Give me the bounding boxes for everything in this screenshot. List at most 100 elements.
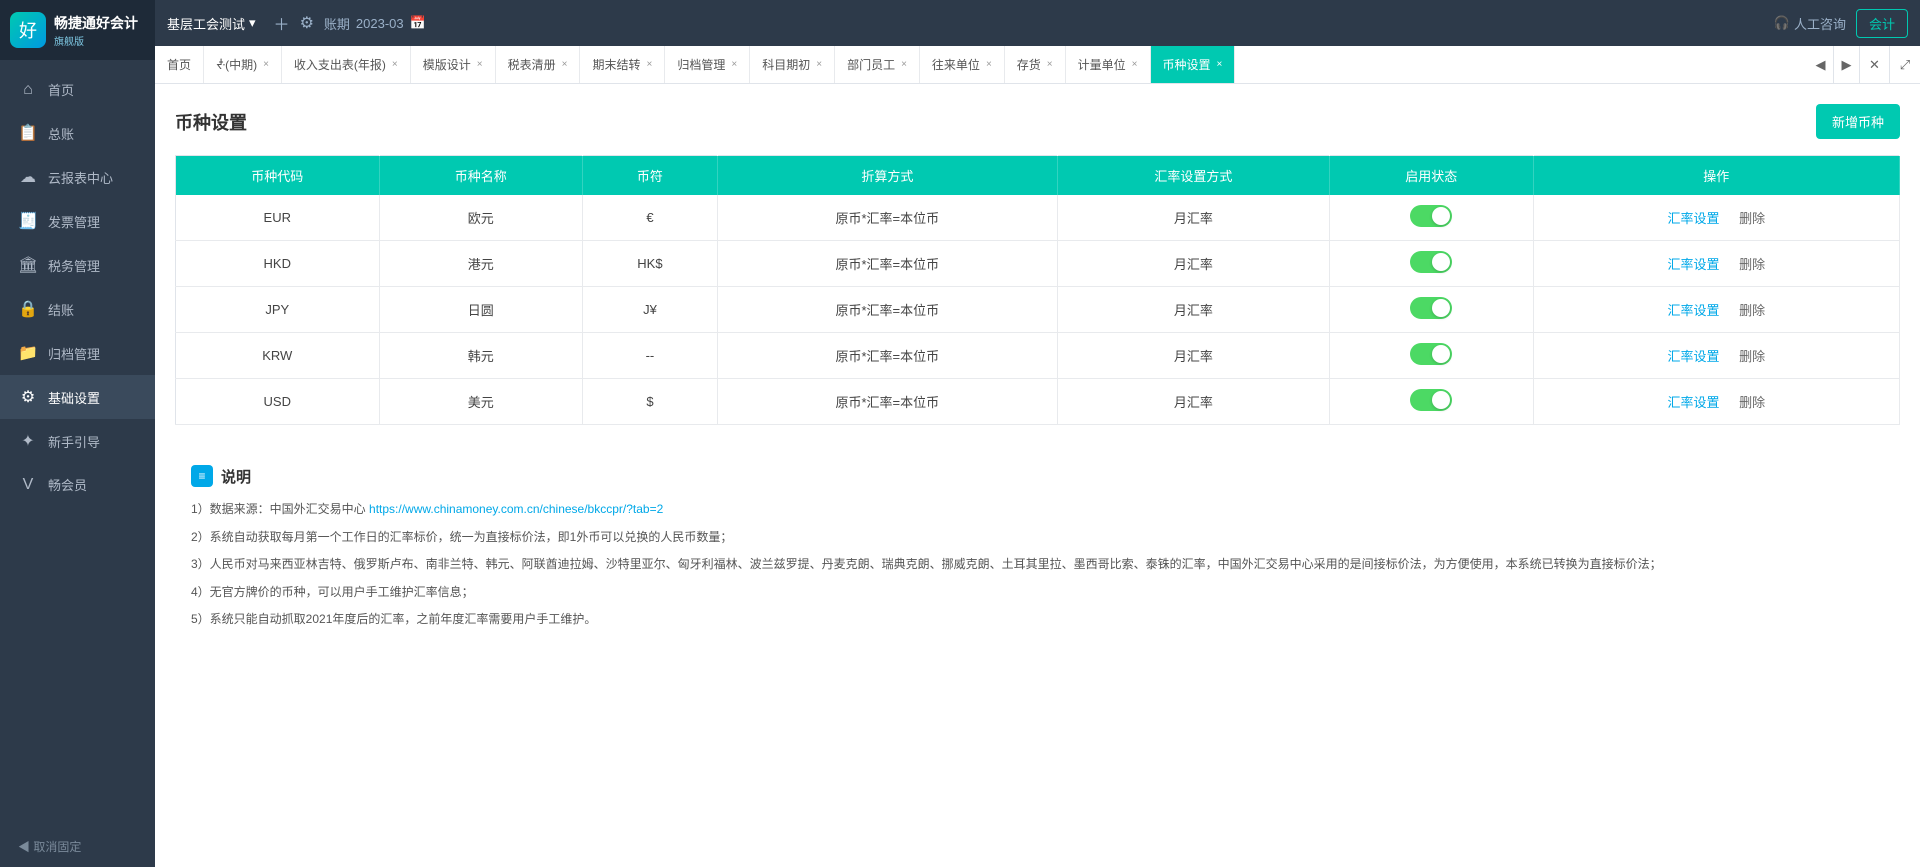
sidebar-item-newuser[interactable]: ✦新手引导 [0, 419, 155, 463]
toggle-switch[interactable] [1410, 297, 1452, 319]
company-name[interactable]: 基层工会测试 ▾ [167, 14, 256, 33]
currency-code: EUR [176, 195, 380, 241]
content-area: 币种设置 新增币种 币种代码币种名称币符折算方式汇率设置方式启用状态操作 EUR… [155, 84, 1920, 867]
delete-link[interactable]: 删除 [1739, 303, 1765, 318]
rate-type: 月汇率 [1057, 287, 1329, 333]
cancel-pin-button[interactable]: ◀ 取消固定 [0, 826, 155, 867]
tab-close-icon[interactable]: × [647, 59, 653, 70]
rate-setting-link[interactable]: 汇率设置 [1667, 349, 1719, 364]
tab-币种设置[interactable]: 币种设置× [1151, 46, 1236, 84]
currency-name: 美元 [379, 379, 583, 425]
enabled-status [1330, 287, 1534, 333]
help-button[interactable]: 🎧 人工咨询 [1774, 14, 1846, 33]
currency-name: 韩元 [379, 333, 583, 379]
tab-close-icon[interactable]: × [392, 59, 398, 70]
tab-close-icon[interactable]: × [1047, 59, 1053, 70]
sidebar-item-archive[interactable]: 📁归档管理 [0, 331, 155, 375]
currency-name: 日圆 [379, 287, 583, 333]
tab-科目期初[interactable]: 科目期初× [750, 46, 835, 84]
tab-ᙻ(中期)[interactable]: ᙻ(中期)× [204, 46, 282, 84]
delete-link[interactable]: 删除 [1739, 257, 1765, 272]
rate-setting-link[interactable]: 汇率设置 [1667, 257, 1719, 272]
rate-setting-link[interactable]: 汇率设置 [1667, 303, 1719, 318]
conversion-method: 原币*汇率=本位币 [717, 287, 1057, 333]
settings-icon[interactable]: ⚙ [300, 13, 314, 33]
toggle-switch[interactable] [1410, 205, 1452, 227]
period-info: 账期 2023-03 📅 [324, 14, 426, 33]
toggle-track [1410, 343, 1452, 365]
col-header-汇率设置方式: 汇率设置方式 [1057, 156, 1329, 196]
sidebar-item-tax[interactable]: 🏛税务管理 [0, 243, 155, 287]
rate-type: 月汇率 [1057, 195, 1329, 241]
toggle-switch[interactable] [1410, 389, 1452, 411]
actions: 汇率设置 删除 [1533, 241, 1899, 287]
sidebar-item-home[interactable]: ⌂首页 [0, 68, 155, 111]
tab-close-icon[interactable]: × [986, 59, 992, 70]
tab-close-icon[interactable]: × [562, 59, 568, 70]
tab-next-button[interactable]: ▶ [1834, 46, 1860, 84]
calendar-icon[interactable]: 📅 [410, 15, 426, 31]
rate-setting-link[interactable]: 汇率设置 [1667, 211, 1719, 226]
note-item: 2）系统自动获取每月第一个工作日的汇率标价，统一为直接标价法，即1外币可以兑换的… [191, 527, 1884, 549]
tab-部门员工[interactable]: 部门员工× [835, 46, 920, 84]
tab-存货[interactable]: 存货× [1005, 46, 1066, 84]
tax-icon: 🏛 [18, 255, 38, 275]
conversion-method: 原币*汇率=本位币 [717, 379, 1057, 425]
tab-期末结转[interactable]: 期末结转× [580, 46, 665, 84]
tab-close-icon[interactable]: × [816, 59, 822, 70]
tab-close-icon[interactable]: × [731, 59, 737, 70]
delete-link[interactable]: 删除 [1739, 211, 1765, 226]
table-row: USD 美元 $ 原币*汇率=本位币 月汇率 汇率设置 删除 [176, 379, 1900, 425]
tab-close-icon[interactable]: × [1217, 59, 1223, 70]
tab-收入支出表(年报)[interactable]: 收入支出表(年报)× [282, 46, 411, 84]
currency-name: 欧元 [379, 195, 583, 241]
sidebar-item-member[interactable]: V畅会员 [0, 463, 155, 506]
note-item: 1）数据来源：中国外汇交易中心 https://www.chinamoney.c… [191, 499, 1884, 521]
tab-close-icon[interactable]: × [901, 59, 907, 70]
toggle-thumb [1432, 299, 1450, 317]
account-button[interactable]: 会计 [1856, 9, 1908, 38]
add-icon[interactable]: ＋ [274, 11, 290, 35]
rate-setting-link[interactable]: 汇率设置 [1667, 395, 1719, 410]
sidebar-item-settings[interactable]: ⚙基础设置 [0, 375, 155, 419]
tab-首页[interactable]: 首页 [155, 46, 204, 84]
tab-税表清册[interactable]: 税表清册× [496, 46, 581, 84]
chinamoney-link[interactable]: https://www.chinamoney.com.cn/chinese/bk… [369, 502, 663, 516]
tab-归档管理[interactable]: 归档管理× [665, 46, 750, 84]
notes-section: ≡ 说明 1）数据来源：中国外汇交易中心 https://www.chinamo… [175, 449, 1900, 653]
table-row: KRW 韩元 -- 原币*汇率=本位币 月汇率 汇率设置 删除 [176, 333, 1900, 379]
tab-计量单位[interactable]: 计量单位× [1066, 46, 1151, 84]
tab-模版设计[interactable]: 模版设计× [411, 46, 496, 84]
tab-bar: 首页ᙻ(中期)×收入支出表(年报)×模版设计×税表清册×期末结转×归档管理×科目… [155, 46, 1920, 84]
enabled-status [1330, 241, 1534, 287]
rate-type: 月汇率 [1057, 379, 1329, 425]
toggle-switch[interactable] [1410, 251, 1452, 273]
notes-title: ≡ 说明 [191, 465, 1884, 487]
currency-code: JPY [176, 287, 380, 333]
closing-icon: 🔒 [18, 299, 38, 319]
page-header: 币种设置 新增币种 [175, 104, 1900, 139]
tab-close-icon[interactable]: × [263, 59, 269, 70]
tab-prev-button[interactable]: ◀ [1808, 46, 1834, 84]
toggle-switch[interactable] [1410, 343, 1452, 365]
table-row: EUR 欧元 € 原币*汇率=本位币 月汇率 汇率设置 删除 [176, 195, 1900, 241]
new-currency-button[interactable]: 新增币种 [1816, 104, 1900, 139]
delete-link[interactable]: 删除 [1739, 395, 1765, 410]
col-header-启用状态: 启用状态 [1330, 156, 1534, 196]
tab-close-all-button[interactable]: ✕ [1860, 46, 1890, 84]
settings-icon: ⚙ [18, 387, 38, 407]
delete-link[interactable]: 删除 [1739, 349, 1765, 364]
tab-close-icon[interactable]: × [477, 59, 483, 70]
currency-table: 币种代码币种名称币符折算方式汇率设置方式启用状态操作 EUR 欧元 € 原币*汇… [175, 155, 1900, 425]
toggle-thumb [1432, 345, 1450, 363]
sidebar-item-ledger[interactable]: 📋总账 [0, 111, 155, 155]
tab-往来单位[interactable]: 往来单位× [920, 46, 1005, 84]
tab-close-icon[interactable]: × [1132, 59, 1138, 70]
toggle-track [1410, 297, 1452, 319]
enabled-status [1330, 333, 1534, 379]
tab-expand-button[interactable]: ⤢ [1890, 46, 1920, 84]
sidebar-item-closing[interactable]: 🔒结账 [0, 287, 155, 331]
sidebar-item-invoice[interactable]: 🧾发票管理 [0, 199, 155, 243]
enabled-status [1330, 379, 1534, 425]
sidebar-item-reports[interactable]: ☁云报表中心 [0, 155, 155, 199]
